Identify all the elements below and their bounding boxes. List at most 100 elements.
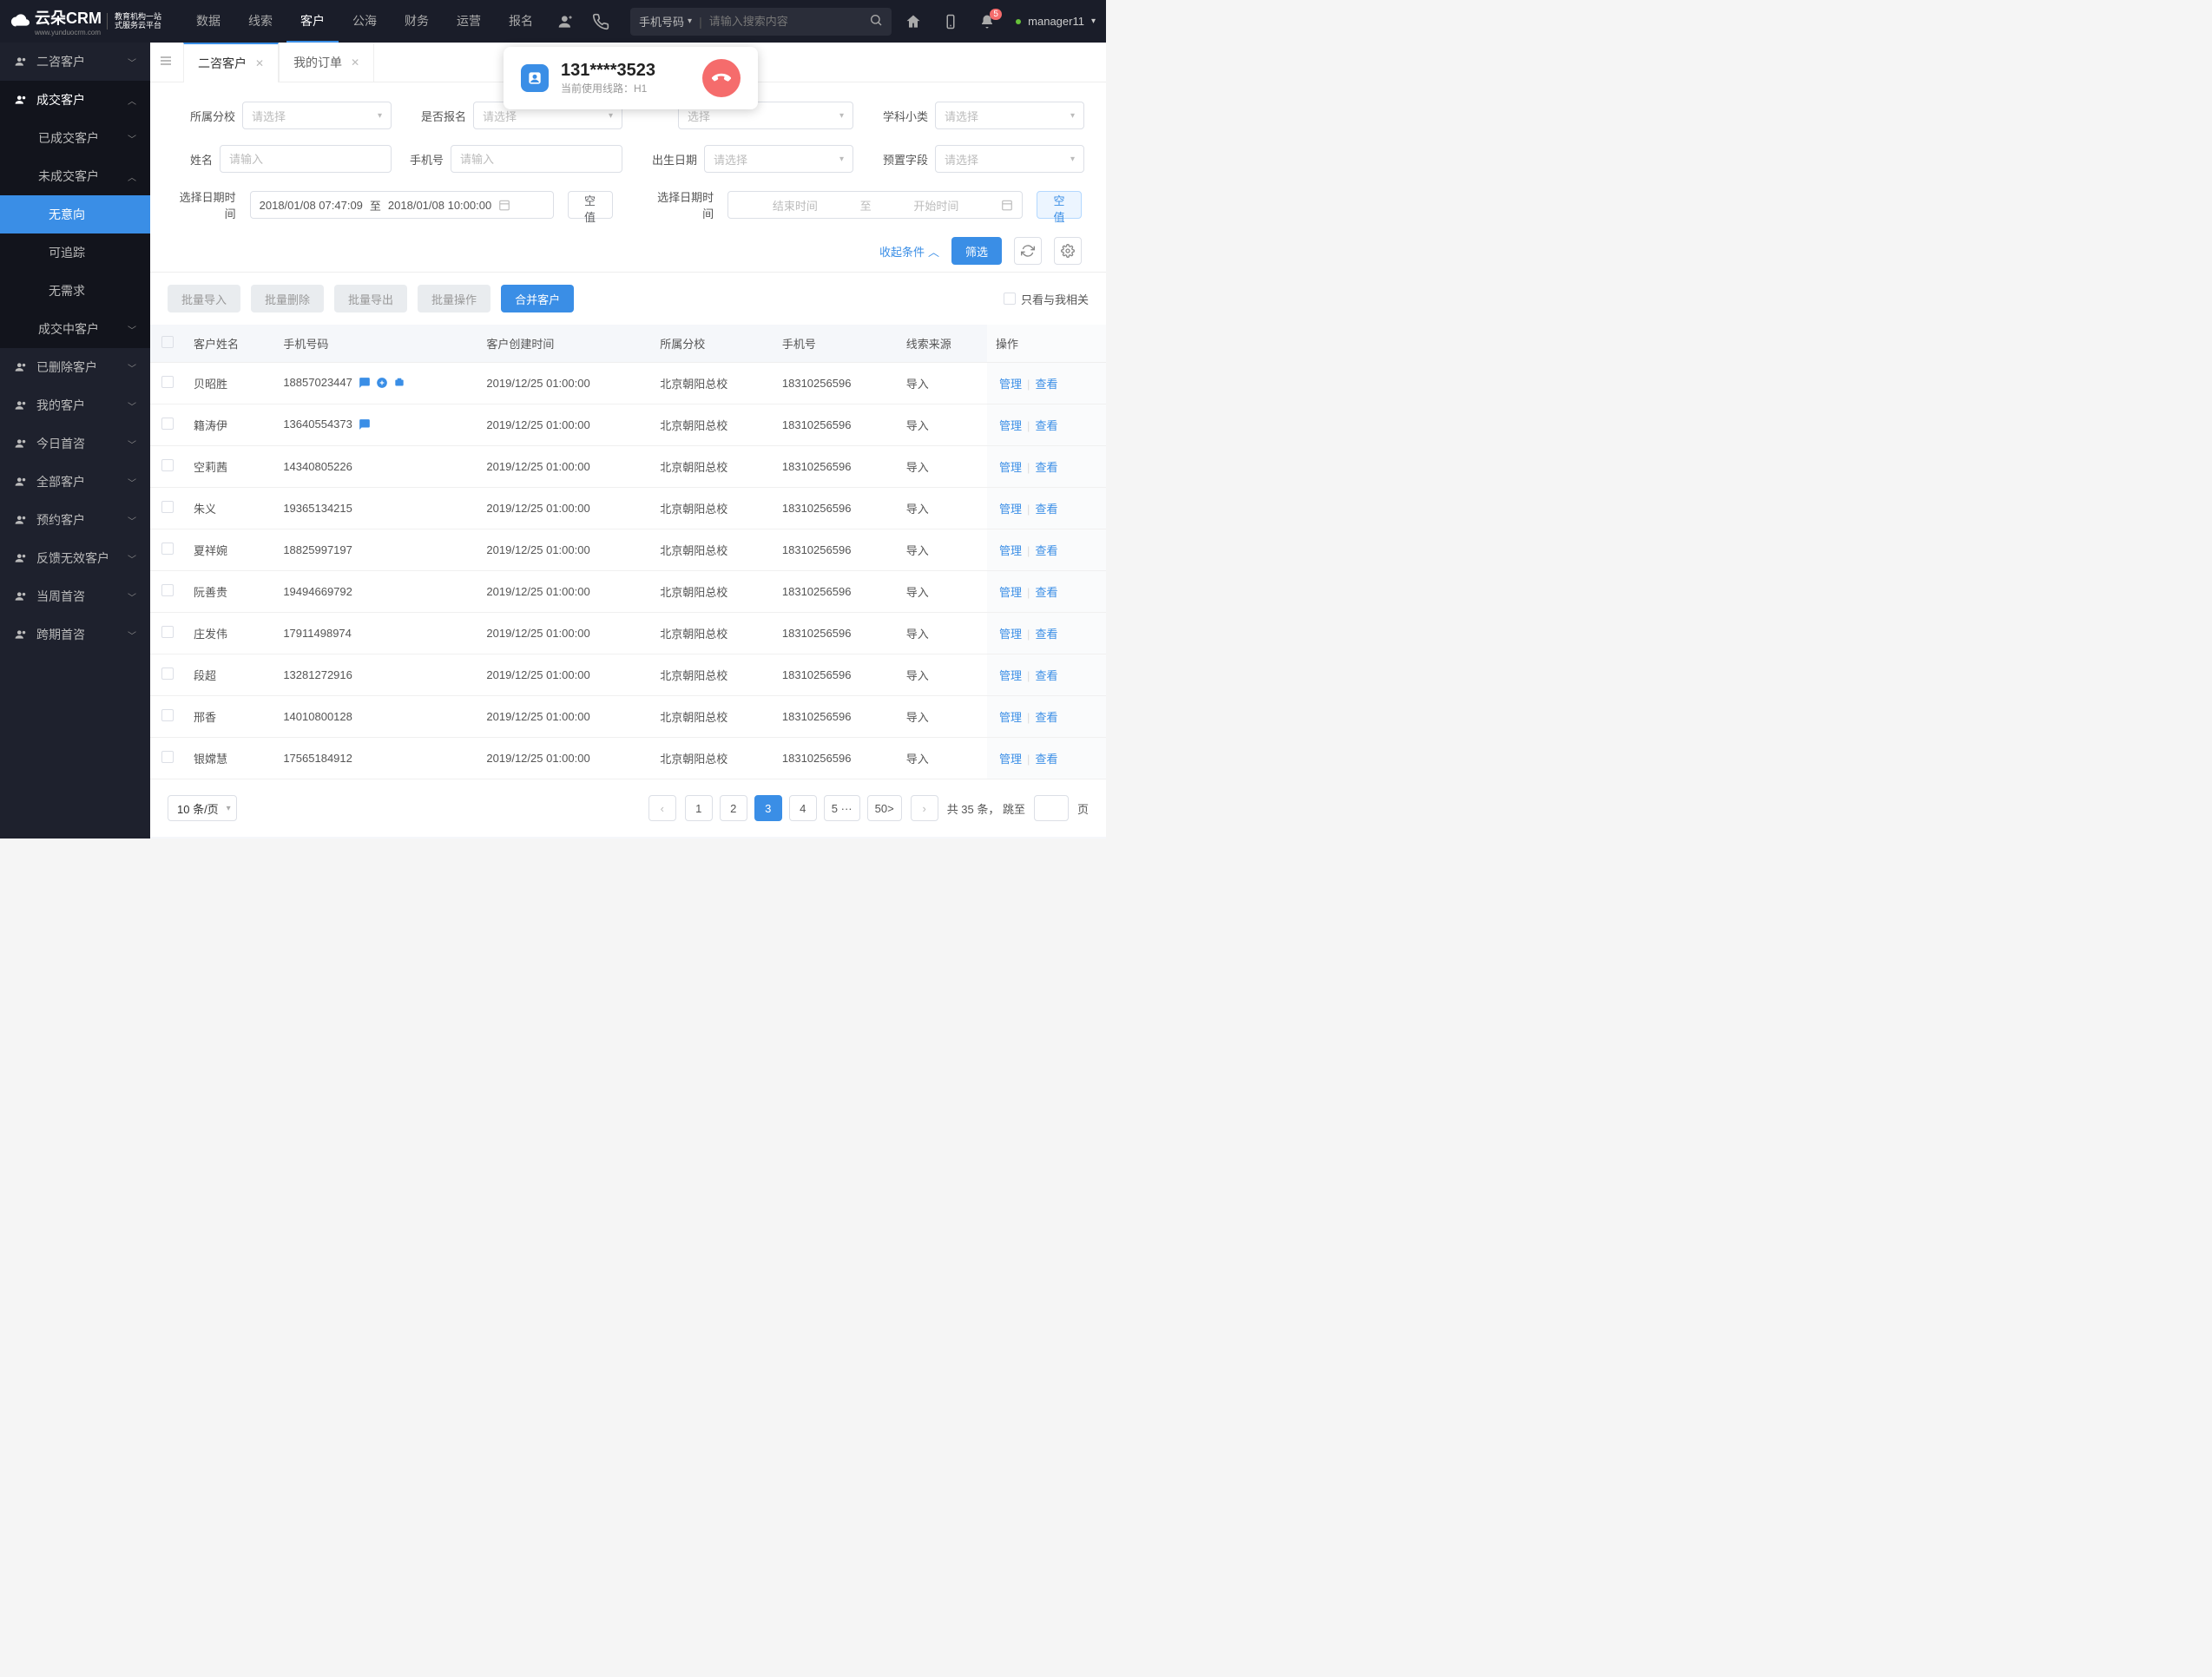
- topnav-item[interactable]: 数据: [182, 0, 234, 43]
- row-checkbox[interactable]: [161, 501, 174, 513]
- collapse-filter-link[interactable]: 收起条件 ︿: [879, 243, 939, 260]
- sidebar-item[interactable]: 已删除客户﹀: [0, 348, 150, 386]
- sidebar-item[interactable]: 我的客户﹀: [0, 386, 150, 424]
- manage-link[interactable]: 管理: [996, 669, 1025, 682]
- manage-link[interactable]: 管理: [996, 461, 1025, 474]
- manage-link[interactable]: 管理: [996, 544, 1025, 557]
- sidebar-item[interactable]: 已成交客户﹀: [0, 119, 150, 157]
- row-checkbox[interactable]: [161, 543, 174, 555]
- phone-input[interactable]: [451, 145, 622, 173]
- row-checkbox[interactable]: [161, 626, 174, 638]
- row-checkbox[interactable]: [161, 709, 174, 721]
- page-button[interactable]: 50>: [867, 795, 902, 821]
- close-icon[interactable]: ✕: [351, 56, 359, 69]
- hangup-button[interactable]: [702, 59, 741, 97]
- topnav-item[interactable]: 报名: [495, 0, 547, 43]
- user-menu[interactable]: manager11 ▾: [1016, 15, 1096, 28]
- tab[interactable]: 二咨客户✕: [183, 43, 279, 82]
- daterange1-picker[interactable]: 2018/01/08 07:47:09 至 2018/01/08 10:00:0…: [250, 191, 554, 219]
- topnav-item[interactable]: 客户: [286, 0, 339, 43]
- bell-icon[interactable]: 5: [979, 14, 995, 30]
- manage-link[interactable]: 管理: [996, 711, 1025, 724]
- page-button[interactable]: 3: [754, 795, 782, 821]
- sidebar-item[interactable]: 可追踪: [0, 233, 150, 272]
- page-button[interactable]: 1: [685, 795, 713, 821]
- row-checkbox[interactable]: [161, 459, 174, 471]
- page-size-select[interactable]: 10 条/页: [168, 795, 237, 821]
- daterange2-picker[interactable]: 结束时间 至 开始时间: [727, 191, 1023, 219]
- page-prev[interactable]: ‹: [648, 795, 676, 821]
- sidebar-item[interactable]: 全部客户﹀: [0, 463, 150, 501]
- page-button[interactable]: 4: [789, 795, 817, 821]
- row-checkbox[interactable]: [161, 376, 174, 388]
- null-button-1[interactable]: 空值: [568, 191, 613, 219]
- hamburger-icon[interactable]: [159, 54, 173, 70]
- view-link[interactable]: 查看: [1031, 711, 1061, 724]
- topnav-item[interactable]: 线索: [234, 0, 286, 43]
- manage-link[interactable]: 管理: [996, 378, 1025, 391]
- search-input[interactable]: [709, 15, 862, 28]
- bulk-export-button[interactable]: 批量导出: [334, 285, 407, 312]
- select-all-checkbox[interactable]: [161, 336, 174, 348]
- view-link[interactable]: 查看: [1031, 419, 1061, 432]
- add-user-icon[interactable]: [557, 13, 575, 30]
- sidebar-item[interactable]: 当周首咨﹀: [0, 577, 150, 615]
- page-button[interactable]: 2: [720, 795, 747, 821]
- sidebar-item[interactable]: 反馈无效客户﹀: [0, 539, 150, 577]
- name-input[interactable]: [220, 145, 392, 173]
- sidebar-item[interactable]: 二咨客户﹀: [0, 43, 150, 81]
- row-checkbox[interactable]: [161, 584, 174, 596]
- view-link[interactable]: 查看: [1031, 669, 1061, 682]
- page-jump-input[interactable]: [1034, 795, 1069, 821]
- row-checkbox[interactable]: [161, 751, 174, 763]
- bulk-import-button[interactable]: 批量导入: [168, 285, 240, 312]
- sidebar-item[interactable]: 无需求: [0, 272, 150, 310]
- sidebar-item[interactable]: 成交中客户﹀: [0, 310, 150, 348]
- null-button-2[interactable]: 空值: [1037, 191, 1082, 219]
- row-checkbox[interactable]: [161, 668, 174, 680]
- merge-button[interactable]: 合并客户: [501, 285, 574, 312]
- topnav-item[interactable]: 公海: [339, 0, 391, 43]
- view-link[interactable]: 查看: [1031, 586, 1061, 599]
- sidebar-item[interactable]: 成交客户︿: [0, 81, 150, 119]
- logo[interactable]: 云朵CRM www.yunduocrm.com 教育机构一站式服务云平台: [10, 6, 161, 36]
- sidebar-item[interactable]: 无意向: [0, 195, 150, 233]
- filter-button[interactable]: 筛选: [951, 237, 1002, 265]
- branch-select[interactable]: 请选择▾: [242, 102, 392, 129]
- view-link[interactable]: 查看: [1031, 544, 1061, 557]
- bulk-delete-button[interactable]: 批量删除: [251, 285, 324, 312]
- home-icon[interactable]: [905, 13, 922, 30]
- birth-select[interactable]: 请选择▾: [704, 145, 853, 173]
- settings-icon[interactable]: [1054, 237, 1082, 265]
- topnav-item[interactable]: 运营: [443, 0, 495, 43]
- topnav-item[interactable]: 财务: [391, 0, 443, 43]
- tab[interactable]: 我的订单✕: [279, 43, 374, 82]
- manage-link[interactable]: 管理: [996, 753, 1025, 766]
- mobile-icon[interactable]: [943, 14, 958, 30]
- search-type-select[interactable]: 手机号码 ▾: [639, 13, 692, 30]
- close-icon[interactable]: ✕: [255, 57, 264, 69]
- sidebar-item[interactable]: 今日首咨﹀: [0, 424, 150, 463]
- refresh-icon[interactable]: [1014, 237, 1042, 265]
- sidebar-item[interactable]: 预约客户﹀: [0, 501, 150, 539]
- manage-link[interactable]: 管理: [996, 419, 1025, 432]
- subject-select[interactable]: 请选择▾: [935, 102, 1084, 129]
- bulk-action-button[interactable]: 批量操作: [418, 285, 490, 312]
- phone-icon[interactable]: [592, 13, 609, 30]
- sidebar-item[interactable]: 跨期首咨﹀: [0, 615, 150, 654]
- manage-link[interactable]: 管理: [996, 586, 1025, 599]
- only-mine-check[interactable]: 只看与我相关: [1004, 291, 1089, 307]
- page-button[interactable]: 5 ···: [824, 795, 860, 821]
- page-next[interactable]: ›: [911, 795, 938, 821]
- row-checkbox[interactable]: [161, 418, 174, 430]
- manage-link[interactable]: 管理: [996, 628, 1025, 641]
- manage-link[interactable]: 管理: [996, 503, 1025, 516]
- view-link[interactable]: 查看: [1031, 378, 1061, 391]
- search-icon[interactable]: [869, 13, 883, 30]
- sidebar-item[interactable]: 未成交客户︿: [0, 157, 150, 195]
- view-link[interactable]: 查看: [1031, 503, 1061, 516]
- view-link[interactable]: 查看: [1031, 628, 1061, 641]
- view-link[interactable]: 查看: [1031, 753, 1061, 766]
- view-link[interactable]: 查看: [1031, 461, 1061, 474]
- preset-select[interactable]: 请选择▾: [935, 145, 1084, 173]
